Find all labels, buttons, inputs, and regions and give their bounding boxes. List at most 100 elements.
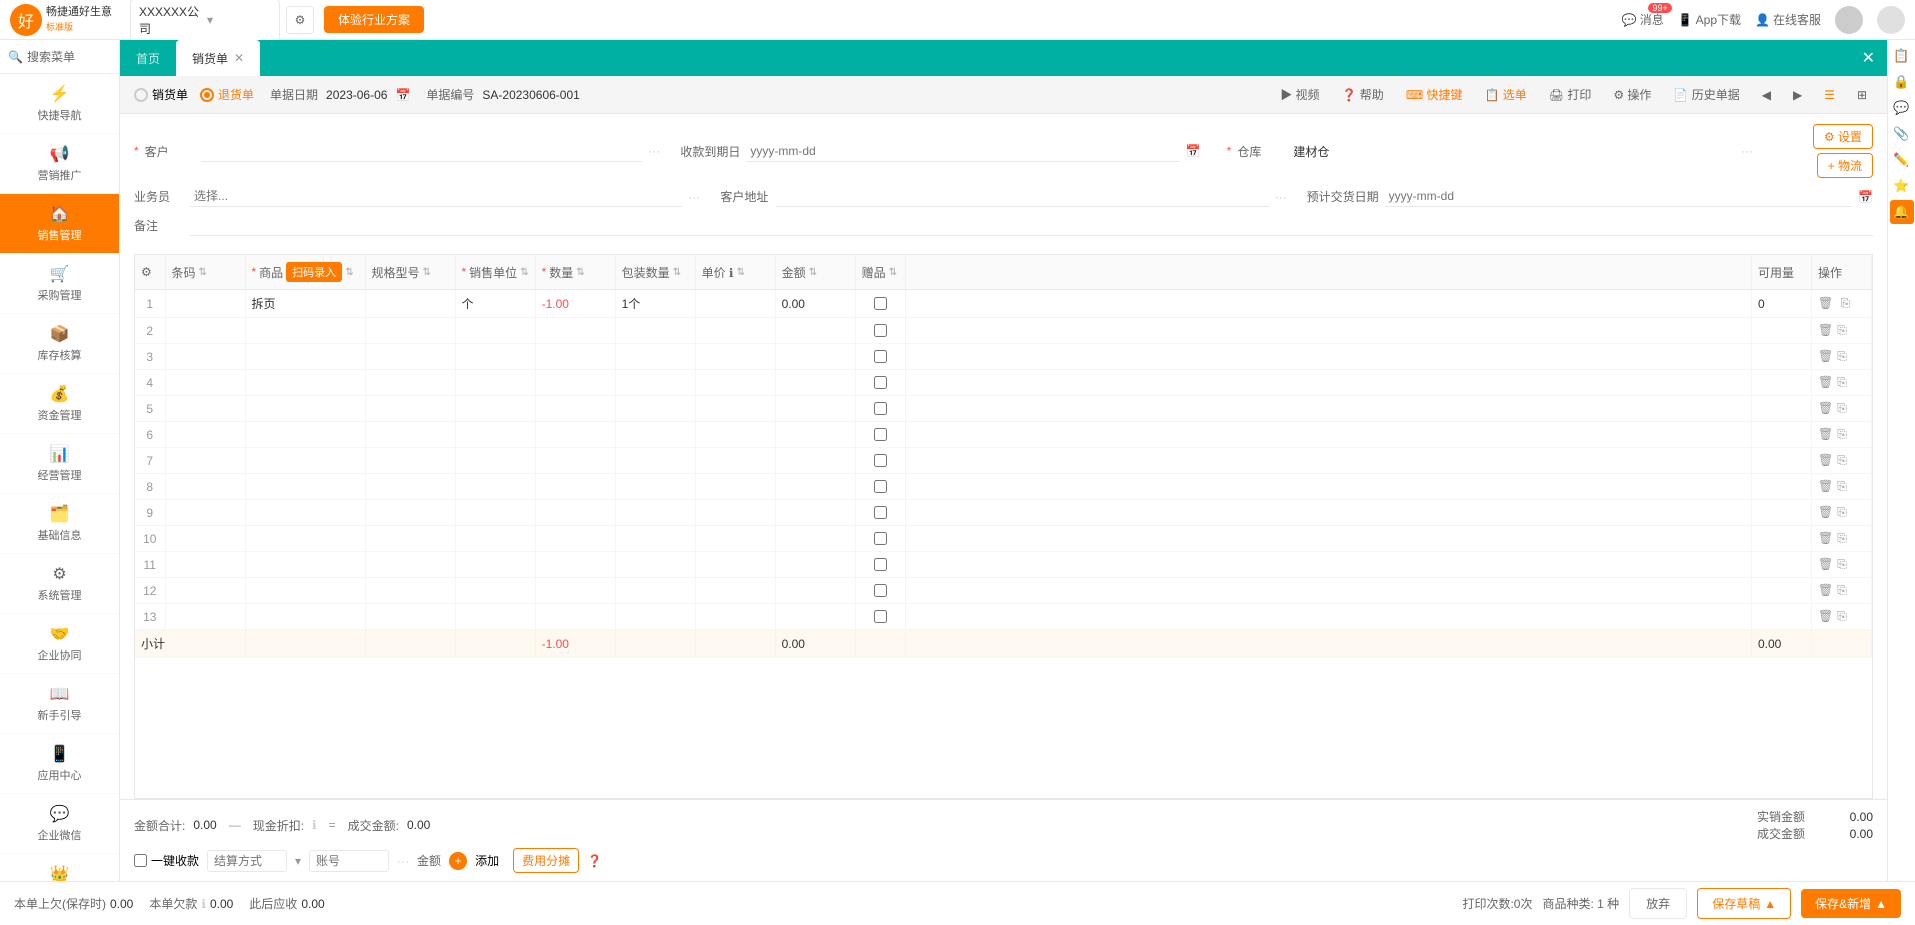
delete-row-13[interactable]: 🗑	[1818, 609, 1833, 623]
radio-return-order[interactable]: 退货单	[200, 86, 254, 103]
operations-btn[interactable]: ⚙ 操作	[1607, 84, 1657, 105]
rt-attachment-btn[interactable]: 📎	[1890, 122, 1914, 146]
video-btn[interactable]: ▶ 视频	[1274, 84, 1325, 105]
delete-row-3[interactable]: 🗑	[1818, 349, 1833, 363]
salesperson-dots[interactable]: ···	[688, 190, 700, 204]
trial-button[interactable]: 体验行业方案	[324, 6, 424, 33]
delete-row-5[interactable]: 🗑	[1818, 401, 1833, 415]
delete-row-11[interactable]: 🗑	[1818, 557, 1833, 571]
sidebar-item-quick-nav[interactable]: ⚡ 快捷导航	[0, 74, 119, 134]
radio-sales-order[interactable]: 销货单	[134, 86, 188, 103]
customer-input[interactable]	[201, 141, 643, 162]
history-btn[interactable]: 📄 历史单据	[1667, 84, 1745, 105]
sidebar-item-member[interactable]: 👑 畅会员	[0, 854, 119, 881]
sidebar-item-wechat[interactable]: 💬 企业微信	[0, 794, 119, 854]
th-product-sort[interactable]: ⇅	[345, 267, 353, 278]
delete-row-1[interactable]: 🗑	[1818, 296, 1833, 310]
gift-checkbox-8[interactable]	[874, 480, 887, 493]
price-cell-1[interactable]	[695, 290, 775, 318]
gift-checkbox-2[interactable]	[874, 324, 887, 337]
copy-row-11[interactable]: ⎘	[1837, 557, 1847, 571]
gift-checkbox-13[interactable]	[874, 610, 887, 623]
th-settings[interactable]: ⚙	[135, 255, 165, 290]
delete-row-2[interactable]: 🗑	[1818, 323, 1833, 337]
user-settings-avatar[interactable]	[1877, 6, 1905, 34]
rt-chat-btn[interactable]: 💬	[1890, 96, 1914, 120]
rt-lock-btn[interactable]: 🔒	[1890, 70, 1914, 94]
barcode-cell-1[interactable]	[165, 290, 245, 318]
message-button[interactable]: 💬 消息 99+	[1622, 11, 1664, 28]
delete-row-12[interactable]: 🗑	[1818, 583, 1833, 597]
customer-address-input[interactable]	[776, 186, 1268, 207]
rt-star-btn[interactable]: ⭐	[1890, 174, 1914, 198]
th-amount-sort[interactable]: ⇅	[809, 267, 817, 278]
table-wrapper[interactable]: ⚙ 条码 ⇅ *商品 扫码录入 ⇅	[134, 254, 1873, 799]
delete-row-7[interactable]: 🗑	[1818, 453, 1833, 467]
qty-cell-1[interactable]: -1.00	[535, 290, 615, 318]
gift-checkbox-6[interactable]	[874, 428, 887, 441]
gift-checkbox-12[interactable]	[874, 584, 887, 597]
tab-home[interactable]: 首页	[120, 40, 176, 76]
abandon-button[interactable]: 放弃	[1629, 888, 1687, 919]
rt-clipboard-btn[interactable]: 📋	[1890, 44, 1914, 68]
app-download-button[interactable]: 📱 App下载	[1678, 11, 1741, 28]
copy-row-8[interactable]: ⎘	[1837, 479, 1847, 493]
copy-row-5[interactable]: ⎘	[1837, 401, 1847, 415]
delete-row-9[interactable]: 🗑	[1818, 505, 1833, 519]
spec-cell-1[interactable]	[365, 290, 455, 318]
copy-row-13[interactable]: ⎘	[1837, 609, 1847, 623]
copy-row-4[interactable]: ⎘	[1837, 375, 1847, 389]
th-gift-sort[interactable]: ⇅	[889, 267, 897, 278]
tab-close-icon[interactable]: ✕	[234, 51, 244, 65]
cash-discount-info[interactable]: ℹ	[312, 818, 317, 832]
nav-prev-btn[interactable]: ◀	[1756, 86, 1777, 104]
save-draft-button[interactable]: 保存草稿 ▲	[1697, 888, 1791, 919]
add-payment-button[interactable]: +	[449, 852, 467, 870]
payment-calendar-icon[interactable]: 📅	[1186, 144, 1201, 158]
sidebar-item-operations[interactable]: 📊 经营管理	[0, 434, 119, 494]
online-service-button[interactable]: 👤 在线客服	[1755, 11, 1821, 28]
save-new-button[interactable]: 保存&新增 ▲	[1801, 889, 1901, 918]
tab-close-all-button[interactable]: ✕	[1850, 48, 1887, 68]
gift-checkbox-10[interactable]	[874, 532, 887, 545]
sidebar-item-app-center[interactable]: 📱 应用中心	[0, 734, 119, 794]
grid-view-btn[interactable]: ☰	[1818, 86, 1841, 104]
gift-checkbox-4[interactable]	[874, 376, 887, 389]
delete-row-6[interactable]: 🗑	[1818, 427, 1833, 441]
expected-calendar-icon[interactable]: 📅	[1858, 190, 1873, 204]
th-price-sort[interactable]: ⇅	[736, 267, 744, 278]
form-settings-button[interactable]: ⚙ 设置	[1813, 124, 1873, 149]
copy-row-10[interactable]: ⎘	[1837, 531, 1847, 545]
fenpai-button[interactable]: 费用分摊	[513, 848, 579, 873]
copy-row-3[interactable]: ⎘	[1837, 349, 1847, 363]
copy-row-6[interactable]: ⎘	[1837, 427, 1847, 441]
delete-row-10[interactable]: 🗑	[1818, 531, 1833, 545]
sidebar-item-finance[interactable]: 💰 资金管理	[0, 374, 119, 434]
sidebar-item-guide[interactable]: 📖 新手引导	[0, 674, 119, 734]
scan-barcode-button[interactable]: 扫码录入	[286, 262, 342, 282]
gift-checkbox-11[interactable]	[874, 558, 887, 571]
payment-method-dropdown-arrow[interactable]: ▾	[295, 854, 301, 868]
address-dots[interactable]: ···	[1275, 190, 1287, 204]
shortcut-btn[interactable]: ⌨ 快捷键	[1400, 84, 1469, 105]
fenpai-info[interactable]: ❓	[587, 854, 602, 868]
copy-row-2[interactable]: ⎘	[1837, 323, 1847, 337]
copy-row-12[interactable]: ⎘	[1837, 583, 1847, 597]
gift-checkbox-9[interactable]	[874, 506, 887, 519]
pack-qty-cell-1[interactable]: 1个	[615, 290, 695, 318]
settings-gear-button[interactable]: ⚙	[286, 6, 314, 34]
copy-row-9[interactable]: ⎘	[1837, 505, 1847, 519]
one-click-checkbox[interactable]	[134, 854, 147, 867]
salesperson-input[interactable]	[190, 186, 682, 207]
th-qty-sort[interactable]: ⇅	[576, 267, 584, 278]
sidebar-item-basic-info[interactable]: 🗂️ 基础信息	[0, 494, 119, 554]
gift-cell-1[interactable]	[855, 290, 905, 318]
payment-due-input[interactable]	[746, 141, 1179, 162]
sidebar-item-system[interactable]: ⚙ 系统管理	[0, 554, 119, 614]
gift-checkbox-5[interactable]	[874, 402, 887, 415]
account-input[interactable]	[309, 850, 389, 872]
copy-row-1[interactable]: ⎘	[1841, 296, 1851, 310]
gift-checkbox-7[interactable]	[874, 454, 887, 467]
company-selector[interactable]: XXXXXX公司 ▾	[130, 0, 280, 41]
th-unit-sort[interactable]: ⇅	[520, 267, 528, 278]
